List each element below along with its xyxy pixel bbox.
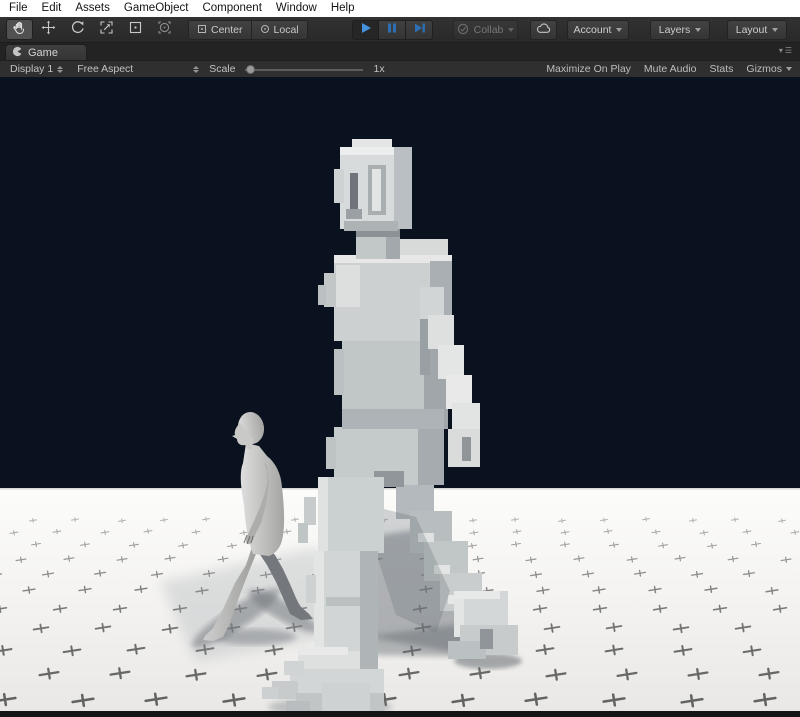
tab-context-menu-icon[interactable]: ▾ ☰ bbox=[779, 46, 792, 55]
transform-tools bbox=[6, 19, 178, 40]
collab-check-icon bbox=[457, 23, 469, 38]
updown-icon bbox=[193, 65, 200, 73]
updown-icon bbox=[57, 65, 64, 73]
play-icon bbox=[359, 21, 373, 40]
game-view-toggles: Maximize On Play Mute Audio Stats Gizmos bbox=[546, 63, 792, 75]
game-tab-label: Game bbox=[28, 46, 58, 59]
move-tool-button[interactable] bbox=[35, 19, 62, 40]
pivot-icon bbox=[197, 24, 207, 37]
transform-gizmo-icon bbox=[157, 20, 172, 40]
aspect-label: Free Aspect bbox=[77, 63, 134, 75]
window-bottom-edge bbox=[0, 711, 800, 717]
layout-caret-icon bbox=[772, 28, 779, 32]
pivot-toggle-group: Center Local bbox=[188, 20, 308, 40]
scale-control: Scale 1x bbox=[209, 63, 384, 76]
scale-label: Scale bbox=[209, 63, 236, 75]
rect-tool-button[interactable] bbox=[122, 19, 149, 40]
menu-window[interactable]: Window bbox=[269, 0, 324, 17]
pivot-center-button[interactable]: Center bbox=[188, 20, 252, 40]
step-icon bbox=[413, 21, 426, 39]
unity-editor-window: File Edit Assets GameObject Component Wi… bbox=[0, 0, 800, 717]
collab-label: Collab bbox=[473, 24, 504, 36]
game-view-icon bbox=[12, 44, 23, 62]
layers-caret-icon bbox=[695, 28, 702, 32]
scale-value: 1x bbox=[373, 63, 385, 75]
scale-slider[interactable] bbox=[245, 63, 364, 76]
rotate-icon bbox=[70, 20, 85, 40]
game-render-surface[interactable] bbox=[0, 77, 800, 711]
main-toolbar: Center Local Collab Account Layers Layou… bbox=[0, 17, 800, 43]
rotation-local-label: Local bbox=[273, 24, 299, 36]
pivot-center-label: Center bbox=[211, 24, 243, 36]
layout-label: Layout bbox=[735, 24, 768, 36]
gizmos-dropdown[interactable]: Gizmos bbox=[746, 63, 792, 75]
menu-assets[interactable]: Assets bbox=[68, 0, 117, 17]
pause-button[interactable] bbox=[379, 20, 406, 40]
menu-file[interactable]: File bbox=[2, 0, 35, 17]
rotation-local-button[interactable]: Local bbox=[251, 20, 308, 40]
view-tab-strip: Game ▾ ☰ bbox=[0, 43, 800, 60]
menu-edit[interactable]: Edit bbox=[35, 0, 69, 17]
play-button[interactable] bbox=[352, 20, 379, 40]
rotate-tool-button[interactable] bbox=[64, 19, 91, 40]
game-view-tab[interactable]: Game bbox=[5, 44, 87, 60]
local-axis-icon bbox=[260, 24, 270, 37]
menu-component[interactable]: Component bbox=[195, 0, 268, 17]
pause-icon bbox=[386, 21, 398, 39]
hand-icon bbox=[12, 20, 27, 40]
hand-tool-button[interactable] bbox=[6, 19, 33, 40]
layers-dropdown[interactable]: Layers bbox=[650, 20, 710, 40]
mute-audio-toggle[interactable]: Mute Audio bbox=[644, 63, 697, 75]
transform-tool-button[interactable] bbox=[151, 19, 178, 40]
scale-tool-button[interactable] bbox=[93, 19, 120, 40]
gizmos-label: Gizmos bbox=[746, 63, 782, 75]
aspect-dropdown[interactable]: Free Aspect bbox=[77, 63, 200, 75]
step-button[interactable] bbox=[406, 20, 433, 40]
menu-help[interactable]: Help bbox=[324, 0, 362, 17]
menu-gameobject[interactable]: GameObject bbox=[117, 0, 196, 17]
playmode-controls bbox=[352, 20, 433, 40]
account-dropdown[interactable]: Account bbox=[567, 20, 629, 40]
account-caret-icon bbox=[616, 28, 623, 32]
display-dropdown[interactable]: Display 1 bbox=[10, 63, 64, 75]
maximize-on-play-toggle[interactable]: Maximize On Play bbox=[546, 63, 631, 75]
move-icon bbox=[41, 20, 56, 40]
collab-dropdown[interactable]: Collab bbox=[453, 20, 518, 40]
scale-slider-handle[interactable] bbox=[246, 64, 256, 74]
menu-bar: File Edit Assets GameObject Component Wi… bbox=[0, 0, 800, 17]
cloud-icon bbox=[536, 23, 551, 37]
layout-dropdown[interactable]: Layout bbox=[727, 20, 787, 40]
gizmos-caret-icon bbox=[786, 67, 792, 71]
layers-label: Layers bbox=[658, 24, 691, 36]
account-label: Account bbox=[573, 24, 612, 36]
game-control-bar: Display 1 Free Aspect Scale 1x Maximize … bbox=[0, 60, 800, 77]
cloud-button[interactable] bbox=[530, 20, 557, 40]
game-viewport[interactable] bbox=[0, 77, 800, 711]
scale-icon bbox=[99, 20, 114, 40]
collab-caret-icon bbox=[508, 28, 515, 32]
display-label: Display 1 bbox=[10, 63, 54, 75]
rect-transform-icon bbox=[128, 20, 143, 40]
stats-toggle[interactable]: Stats bbox=[709, 63, 733, 75]
scale-slider-track[interactable] bbox=[245, 68, 364, 71]
